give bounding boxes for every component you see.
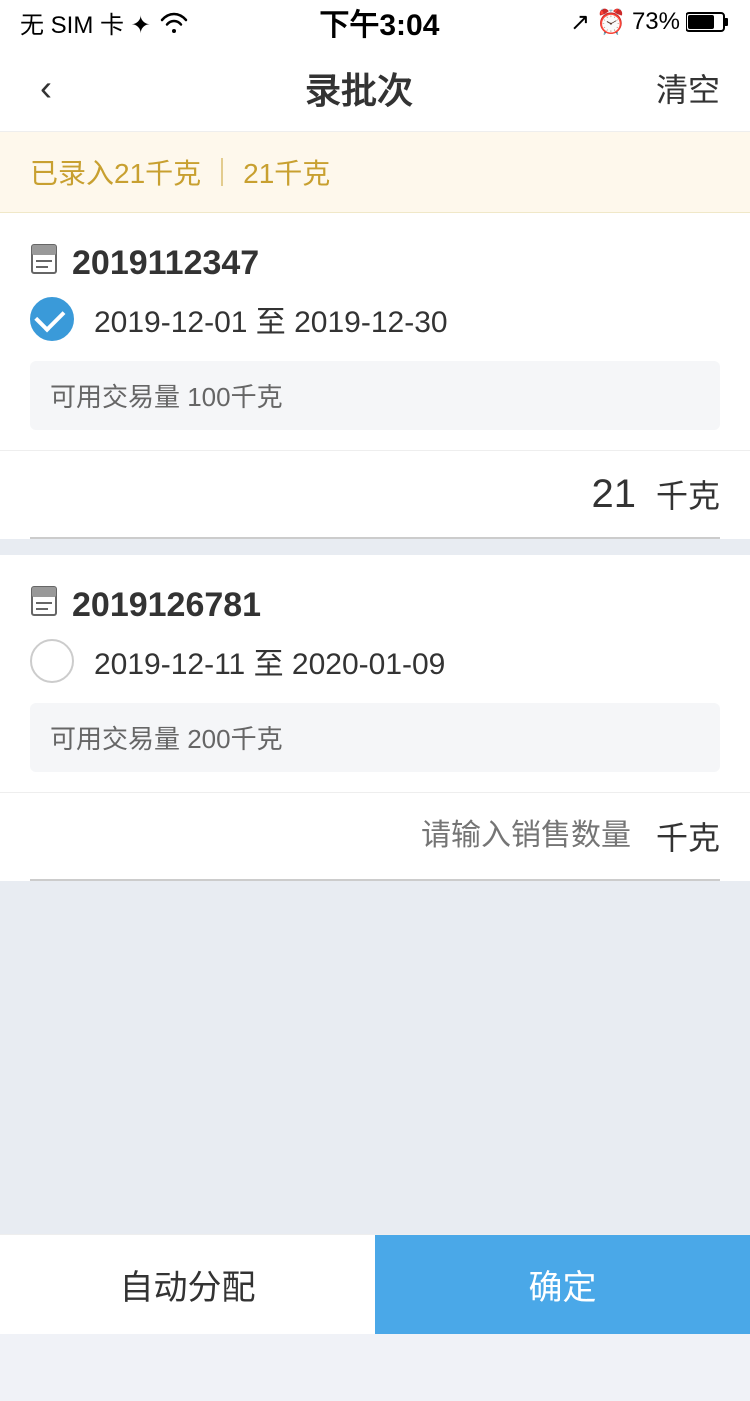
- battery-icon: [686, 11, 730, 33]
- location-icon: ↗: [570, 8, 590, 37]
- available-row-2: 可用交易量 200千克: [30, 703, 720, 772]
- battery-text: 73%: [632, 8, 680, 36]
- wifi-icon: [159, 11, 189, 33]
- status-right: ↗ ⏰ 73%: [570, 8, 730, 37]
- nav-bar: ‹ 录批次 清空: [0, 44, 750, 132]
- clear-button[interactable]: 清空: [656, 65, 720, 111]
- radio-btn-1[interactable]: [30, 297, 74, 341]
- batch-id-2: 2019126781: [72, 586, 261, 625]
- batch-id-1: 2019112347: [72, 244, 259, 283]
- batch-doc-icon-1: [30, 243, 62, 283]
- available-text-2: 可用交易量 200千克: [50, 724, 283, 754]
- available-text-1: 可用交易量 100千克: [50, 382, 283, 412]
- radio-btn-2[interactable]: [30, 639, 74, 683]
- summary-divider: [221, 158, 223, 186]
- qty-value-1: 21: [591, 472, 636, 517]
- summary-bar: 已录入21千克 21千克: [0, 132, 750, 213]
- summary-value: 21千克: [243, 152, 330, 192]
- qty-row-1: 21 千克: [0, 450, 750, 537]
- auto-distribute-button[interactable]: 自动分配: [0, 1235, 375, 1334]
- main-content: 2019112347 2019-12-01 至 2019-12-30 可用交易量…: [0, 213, 750, 1401]
- summary-entered-label: 已录入21千克: [30, 152, 201, 192]
- batch-date-row-1: 2019-12-01 至 2019-12-30: [30, 297, 720, 341]
- bottom-bar: 自动分配 确定: [0, 1234, 750, 1334]
- batch-item-2: 2019126781 2019-12-11 至 2020-01-09 可用交易量…: [0, 555, 750, 881]
- available-row-1: 可用交易量 100千克: [30, 361, 720, 430]
- batch-doc-icon-2: [30, 585, 62, 625]
- qty-row-2[interactable]: 千克: [0, 792, 750, 879]
- qty-unit-1: 千克: [656, 471, 720, 517]
- confirm-button[interactable]: 确定: [375, 1235, 750, 1334]
- section-separator: [0, 539, 750, 555]
- batch-id-row-1: 2019112347: [30, 243, 720, 283]
- qty-input-2[interactable]: [30, 819, 646, 853]
- batch-date-2: 2019-12-11 至 2020-01-09: [94, 639, 445, 683]
- status-time: 下午3:04: [319, 0, 439, 44]
- batch-item-1: 2019112347 2019-12-01 至 2019-12-30 可用交易量…: [0, 213, 750, 539]
- no-sim-text: 无 SIM 卡 ✦: [20, 5, 151, 40]
- status-left: 无 SIM 卡 ✦: [20, 5, 189, 40]
- batch-id-row-2: 2019126781: [30, 585, 720, 625]
- alarm-icon: ⏰: [596, 8, 626, 37]
- page-title: 录批次: [305, 62, 413, 114]
- qty-unit-2: 千克: [656, 813, 720, 859]
- back-button[interactable]: ‹: [30, 57, 62, 119]
- batch-date-1: 2019-12-01 至 2019-12-30: [94, 297, 448, 341]
- batch-date-row-2: 2019-12-11 至 2020-01-09: [30, 639, 720, 683]
- status-bar: 无 SIM 卡 ✦ 下午3:04 ↗ ⏰ 73%: [0, 0, 750, 44]
